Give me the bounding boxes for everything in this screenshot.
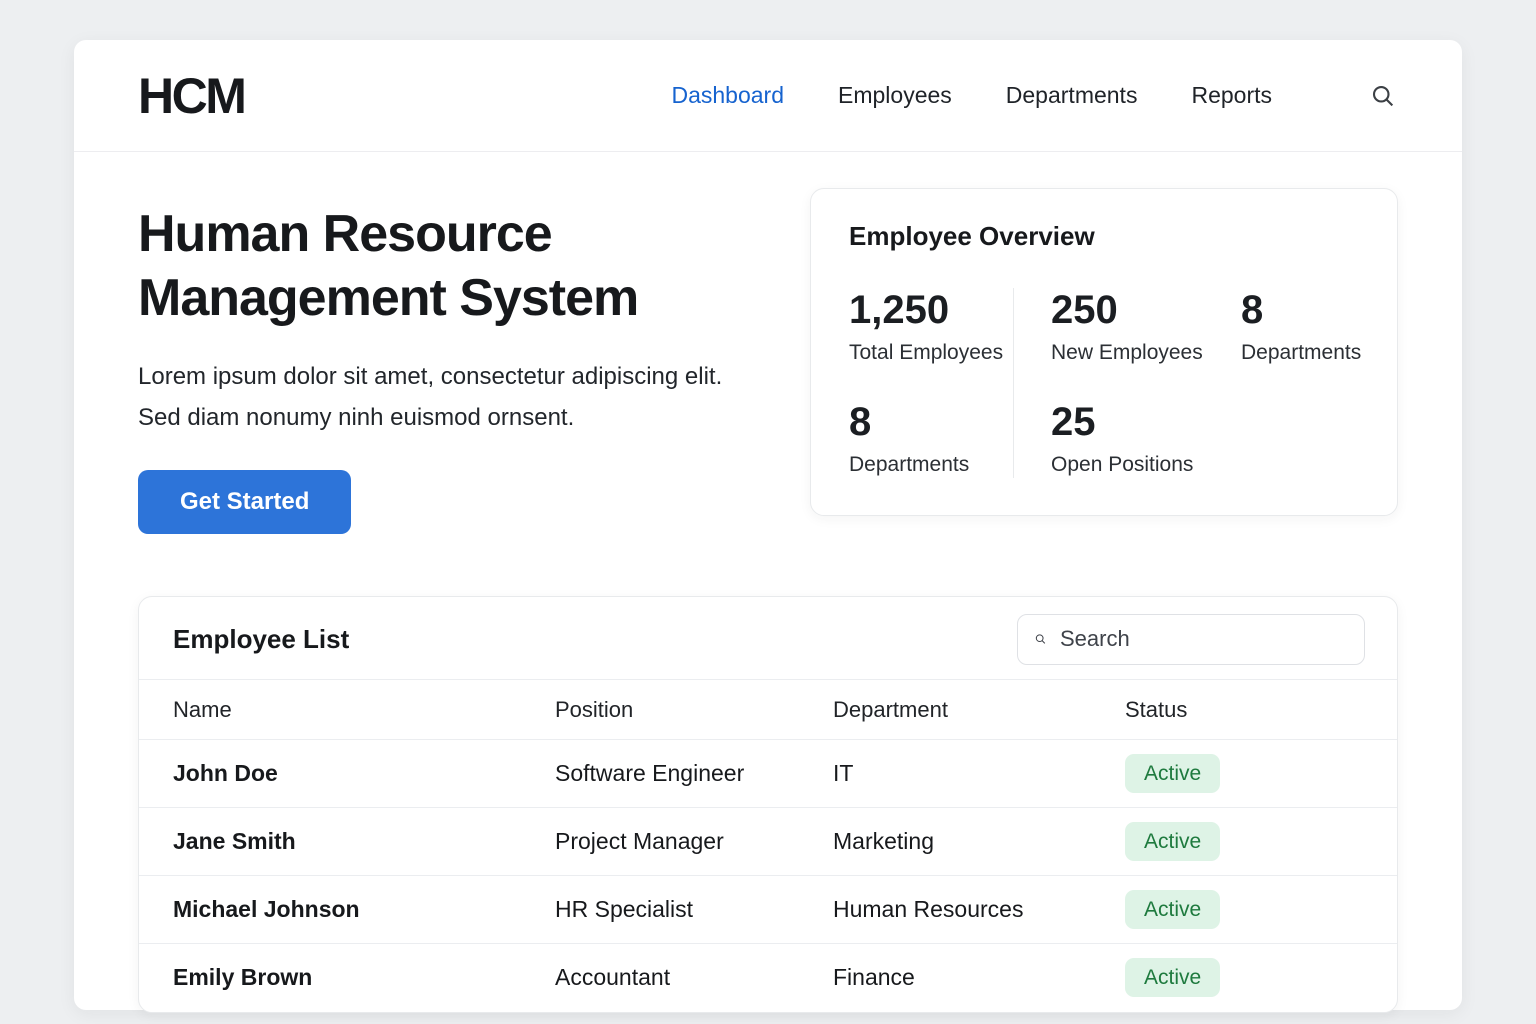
- employee-name: Michael Johnson: [139, 875, 555, 944]
- search-icon: [1035, 634, 1046, 644]
- employee-list-header: Employee List: [139, 597, 1397, 679]
- app-logo: HCM: [138, 67, 247, 124]
- column-header-position: Position: [555, 679, 833, 740]
- employee-search-input[interactable]: [1060, 626, 1348, 652]
- hero-section: Human Resource Management System Lorem i…: [138, 152, 798, 534]
- employee-department: Human Resources: [833, 875, 1125, 944]
- stat-departments-b: 8 Departments: [1241, 288, 1361, 366]
- employee-position: HR Specialist: [555, 875, 833, 944]
- status-badge: Active: [1125, 754, 1221, 793]
- stat-value: 25: [1051, 400, 1096, 444]
- page-title: Human Resource Management System: [138, 205, 639, 327]
- employee-position: Accountant: [555, 943, 833, 1012]
- stat-departments-a: 8 Departments: [849, 400, 1013, 478]
- stat-label: New Employees: [1051, 341, 1203, 364]
- nav-item-departments[interactable]: Departments: [1006, 82, 1138, 109]
- table-row[interactable]: Jane Smith Project Manager Marketing Act…: [139, 807, 1397, 876]
- column-header-name: Name: [139, 679, 555, 740]
- overview-stats-grid: 1,250 Total Employees 8 Departments 250 …: [849, 288, 1361, 478]
- overview-title: Employee Overview: [849, 221, 1095, 251]
- status-badge: Active: [1125, 958, 1221, 998]
- column-header-status: Status: [1125, 679, 1397, 740]
- employee-overview-card: Employee Overview 1,250 Total Employees …: [810, 188, 1398, 516]
- employee-list-title: Employee List: [173, 623, 350, 654]
- employee-search-box[interactable]: [1017, 613, 1365, 665]
- stat-new-employees: 250 New Employees: [1051, 288, 1241, 366]
- status-badge: Active: [1125, 890, 1221, 929]
- get-started-button[interactable]: Get Started: [138, 470, 352, 534]
- stat-label: Departments: [849, 453, 970, 476]
- employee-table: Name Position Department Status John Doe…: [139, 679, 1397, 1012]
- nav-item-employees[interactable]: Employees: [838, 82, 952, 109]
- nav-item-dashboard[interactable]: Dashboard: [671, 82, 784, 109]
- stat-value: 250: [1051, 288, 1118, 332]
- stats-column-1: 1,250 Total Employees 8 Departments: [849, 288, 1014, 478]
- top-nav: HCM Dashboard Employees Departments Repo…: [74, 40, 1462, 152]
- status-badge: Active: [1125, 822, 1221, 861]
- nav-item-reports[interactable]: Reports: [1191, 82, 1272, 109]
- employee-list-card: Employee List Name Position Department: [138, 596, 1398, 1013]
- employee-name: Emily Brown: [139, 943, 555, 1012]
- stats-column-2: 250 New Employees 25 Open Positions: [1014, 288, 1241, 478]
- table-row[interactable]: Emily Brown Accountant Finance Active: [139, 943, 1397, 1012]
- nav-links: Dashboard Employees Departments Reports: [671, 82, 1272, 109]
- employee-position: Project Manager: [555, 807, 833, 876]
- page-subtitle: Lorem ipsum dolor sit amet, consectetur …: [138, 363, 723, 431]
- employee-position: Software Engineer: [555, 760, 745, 786]
- stat-label: Total Employees: [849, 341, 1004, 364]
- stat-open-positions: 25 Open Positions: [1051, 400, 1241, 478]
- stat-value: 8: [1241, 288, 1264, 332]
- table-row[interactable]: Michael Johnson HR Specialist Human Reso…: [139, 875, 1397, 944]
- stats-column-3: 8 Departments: [1241, 288, 1361, 478]
- app-window: HCM Dashboard Employees Departments Repo…: [74, 40, 1462, 1013]
- employee-department: Marketing: [833, 807, 1125, 876]
- column-header-department: Department: [833, 679, 1125, 740]
- stat-label: Open Positions: [1051, 453, 1194, 476]
- stat-total-employees: 1,250 Total Employees: [849, 288, 1013, 366]
- employee-name: John Doe: [173, 760, 278, 786]
- main-content: Human Resource Management System Lorem i…: [74, 152, 1462, 1013]
- stat-value: 1,250: [849, 288, 950, 332]
- stat-value: 8: [849, 400, 872, 444]
- employee-department: Finance: [833, 943, 1125, 1012]
- employee-name: Jane Smith: [139, 807, 555, 876]
- employee-department: IT: [833, 760, 854, 786]
- table-header-row: Name Position Department Status: [139, 679, 1397, 740]
- table-row[interactable]: John Doe Software Engineer IT Active: [139, 740, 1397, 808]
- nav-search-icon[interactable]: [1368, 81, 1398, 111]
- stat-label: Departments: [1241, 341, 1362, 364]
